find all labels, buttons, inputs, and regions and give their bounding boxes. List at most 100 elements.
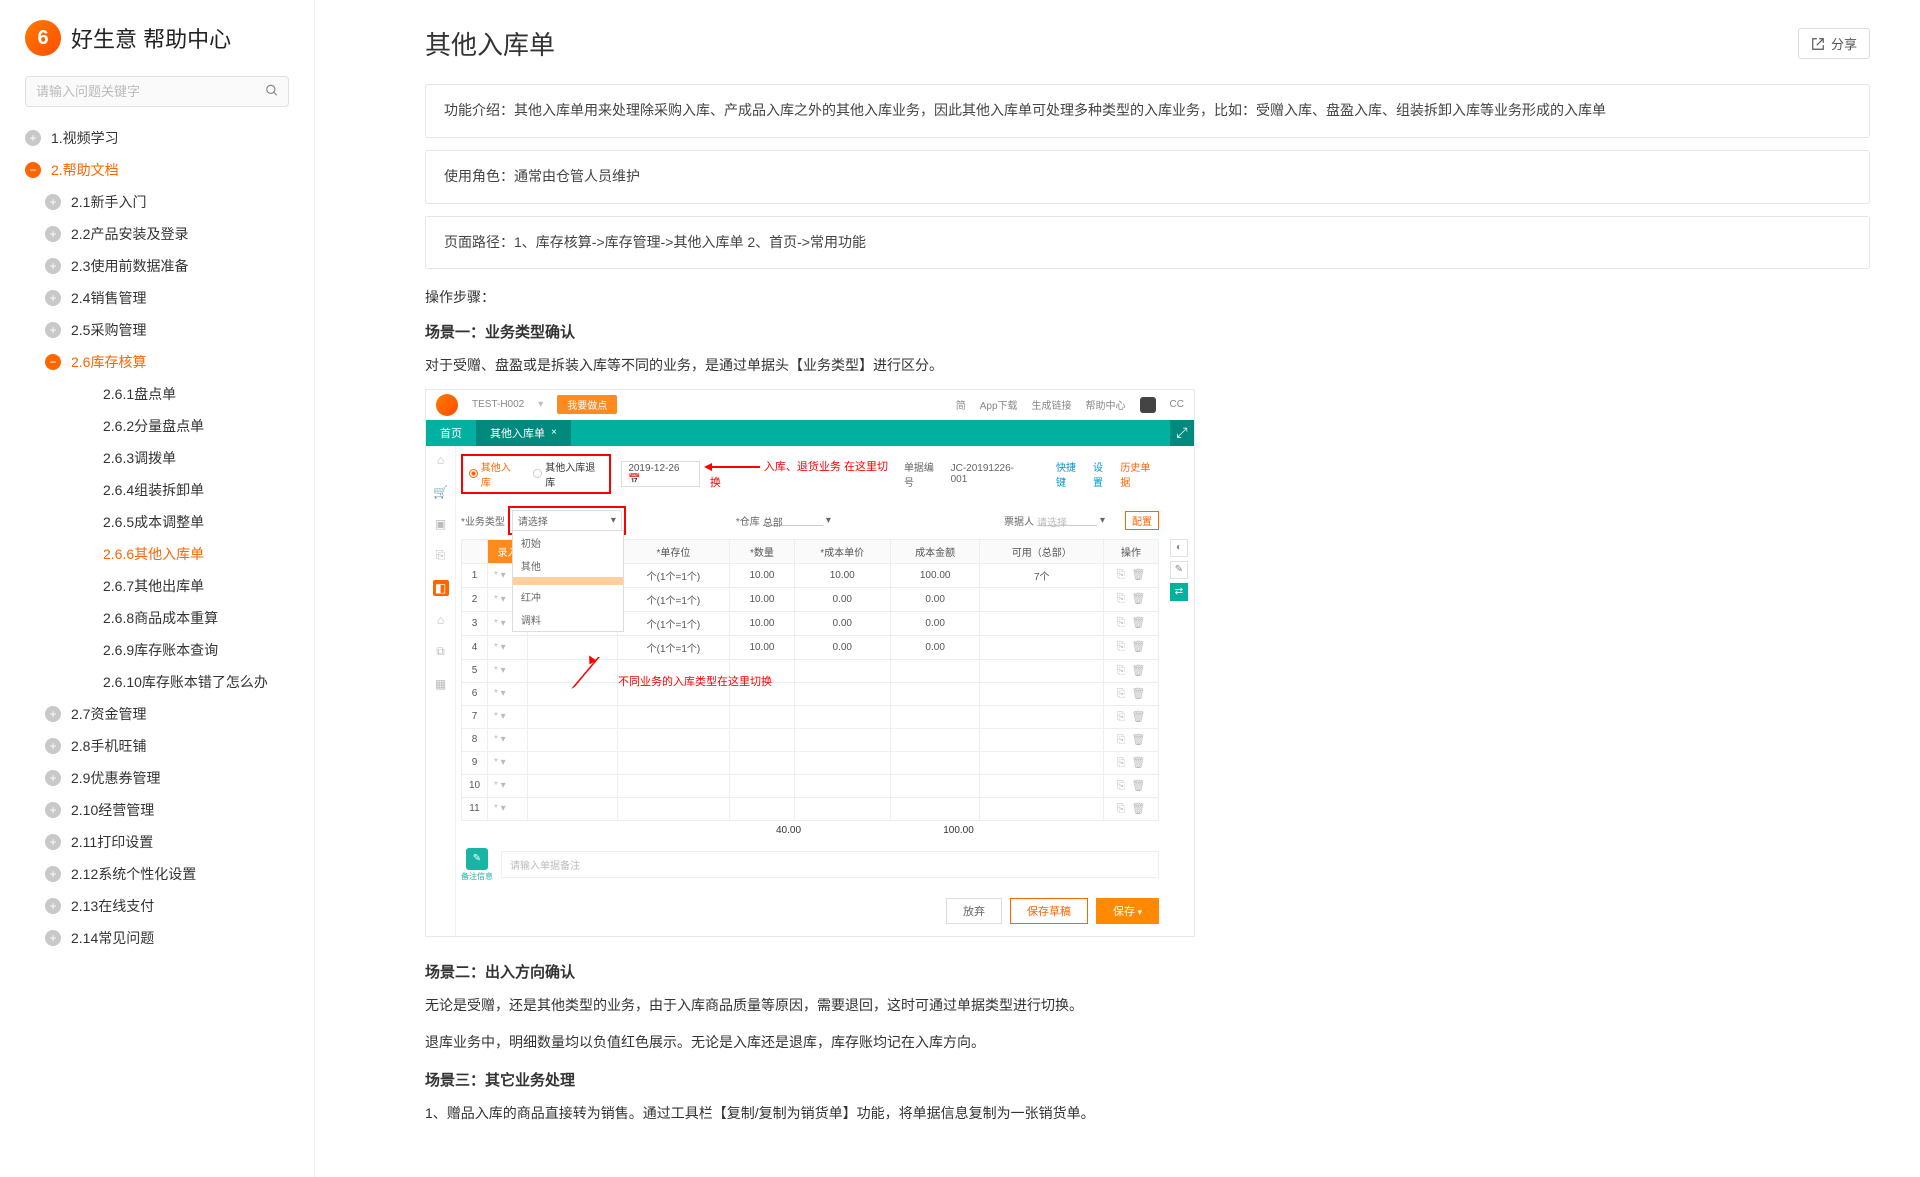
- ss-link-history[interactable]: 历史单据: [1120, 459, 1159, 489]
- ss-r-icon-2[interactable]: ✎: [1170, 561, 1188, 579]
- ss-form-row: *业务类型 请选择▾ 初始 其他 红冲 调料 *仓库: [426, 502, 1194, 539]
- box-icon[interactable]: ▣: [433, 516, 449, 532]
- nav-item-2-9[interactable]: +2.9优惠券管理: [25, 762, 289, 794]
- nav-item-2-6-5[interactable]: 2.6.5成本调整单: [25, 506, 289, 538]
- row-delete-icon[interactable]: 🗑: [1131, 757, 1145, 769]
- ss-dd-i3[interactable]: [513, 577, 623, 585]
- nav-item-2-13[interactable]: +2.13在线支付: [25, 890, 289, 922]
- role-label: 使用角色：: [444, 168, 514, 184]
- nav-item-2-6-4[interactable]: 2.6.4组装拆卸单: [25, 474, 289, 506]
- ss-date-field[interactable]: 2019-12-26 📅: [621, 461, 700, 487]
- row-copy-icon[interactable]: ⎘: [1117, 593, 1126, 605]
- ss-ticket-val[interactable]: 请选择: [1037, 514, 1097, 526]
- nav-item-2-4[interactable]: +2.4销售管理: [25, 282, 289, 314]
- ss-r-icon-1[interactable]: ◐: [1170, 539, 1188, 557]
- nav-item-2-6-1[interactable]: 2.6.1盘点单: [25, 378, 289, 410]
- ss-top-jian[interactable]: 简: [956, 397, 966, 412]
- info-role: 使用角色：通常由仓管人员维护: [425, 150, 1870, 204]
- nav-item-2-7[interactable]: +2.7资金管理: [25, 698, 289, 730]
- info-intro: 功能介绍：其他入库单用来处理除采购入库、产成品入库之外的其他入库业务，因此其他入…: [425, 84, 1870, 138]
- row-copy-icon[interactable]: ⎘: [1117, 641, 1126, 653]
- row-delete-icon[interactable]: 🗑: [1131, 803, 1145, 815]
- row-copy-icon[interactable]: ⎘: [1117, 803, 1126, 815]
- nav-item-2-6-8[interactable]: 2.6.8商品成本重算: [25, 602, 289, 634]
- ss-top-gen[interactable]: 生成链接: [1032, 397, 1072, 412]
- row-copy-icon[interactable]: ⎘: [1117, 711, 1126, 723]
- ss-draft-button[interactable]: 保存草稿: [1010, 898, 1088, 924]
- note-icon[interactable]: ✎: [466, 848, 488, 870]
- row-delete-icon[interactable]: 🗑: [1131, 688, 1145, 700]
- plus-icon: +: [45, 898, 61, 914]
- ss-tab-expand[interactable]: ⤢: [1170, 420, 1194, 446]
- page-title: 其他入库单: [425, 25, 555, 62]
- ss-radio-return[interactable]: 其他入库退库: [533, 459, 603, 489]
- row-delete-icon[interactable]: 🗑: [1131, 569, 1145, 581]
- ss-top-app[interactable]: App下载: [980, 397, 1018, 412]
- search-input[interactable]: [25, 76, 289, 107]
- ss-link-set[interactable]: 设置: [1093, 459, 1112, 489]
- avatar-icon[interactable]: [1140, 397, 1156, 413]
- plus-icon: +: [45, 290, 61, 306]
- ss-wh-val[interactable]: 总部: [763, 514, 823, 526]
- share-button[interactable]: 分享: [1798, 28, 1870, 59]
- ss-note-input[interactable]: 请输入单据备注: [501, 851, 1159, 878]
- ss-tip-button[interactable]: 我要做点: [557, 395, 617, 414]
- nav-item-docs[interactable]: −2.帮助文档: [25, 154, 289, 186]
- nav-item-2-10[interactable]: +2.10经营管理: [25, 794, 289, 826]
- nav-item-2-14[interactable]: +2.14常见问题: [25, 922, 289, 954]
- ss-top-help[interactable]: 帮助中心: [1086, 397, 1126, 412]
- ss-dd-i1[interactable]: 初始: [513, 531, 623, 554]
- ss-link-quick[interactable]: 快捷键: [1056, 459, 1085, 489]
- nav-item-2-6-6[interactable]: 2.6.6其他入库单: [25, 538, 289, 570]
- row-copy-icon[interactable]: ⎘: [1117, 734, 1126, 746]
- row-copy-icon[interactable]: ⎘: [1117, 665, 1126, 677]
- ss-tab-current[interactable]: 其他入库单×: [476, 420, 571, 446]
- ss-note-row: ✎ 备注信息 请输入单据备注: [426, 840, 1194, 890]
- row-delete-icon[interactable]: 🗑: [1131, 734, 1145, 746]
- nav-item-2-6-3[interactable]: 2.6.3调拨单: [25, 442, 289, 474]
- row-delete-icon[interactable]: 🗑: [1131, 711, 1145, 723]
- nav-item-2-11[interactable]: +2.11打印设置: [25, 826, 289, 858]
- scene1-title: 场景一：业务类型确认: [425, 321, 1870, 342]
- ss-config-button[interactable]: 配置: [1125, 511, 1159, 530]
- ss-dd-i5[interactable]: 调料: [513, 608, 623, 631]
- nav-item-2-1[interactable]: +2.1新手入门: [25, 186, 289, 218]
- ss-radio-in[interactable]: 其他入库: [469, 459, 519, 489]
- nav-item-video[interactable]: +1.视频学习: [25, 122, 289, 154]
- ss-annotation-2: 不同业务的入库类型在这里切换: [571, 659, 772, 689]
- ss-dd-i2[interactable]: 其他: [513, 554, 623, 577]
- row-delete-icon[interactable]: 🗑: [1131, 641, 1145, 653]
- ss-cancel-button[interactable]: 放弃: [946, 898, 1002, 924]
- row-copy-icon[interactable]: ⎘: [1117, 569, 1126, 581]
- row-delete-icon[interactable]: 🗑: [1131, 665, 1145, 677]
- search-icon[interactable]: [265, 83, 279, 100]
- close-icon[interactable]: ×: [551, 427, 557, 438]
- nav-item-2-6-9[interactable]: 2.6.9库存账本查询: [25, 634, 289, 666]
- ss-save-button[interactable]: 保存: [1096, 898, 1159, 924]
- nav-item-2-6-10[interactable]: 2.6.10库存账本错了怎么办: [25, 666, 289, 698]
- plus-icon: +: [45, 258, 61, 274]
- row-copy-icon[interactable]: ⎘: [1117, 617, 1126, 629]
- nav-item-2-12[interactable]: +2.12系统个性化设置: [25, 858, 289, 890]
- nav-item-2-3[interactable]: +2.3使用前数据准备: [25, 250, 289, 282]
- ss-topbar: TEST-H002 ▾ 我要做点 简 App下载 生成链接 帮助中心 CC: [426, 390, 1194, 420]
- ss-r-icon-3[interactable]: ⇄: [1170, 583, 1188, 601]
- ss-logo-icon: [436, 394, 458, 416]
- nav-item-2-6[interactable]: −2.6库存核算: [25, 346, 289, 378]
- row-delete-icon[interactable]: 🗑: [1131, 617, 1145, 629]
- nav-item-2-6-7[interactable]: 2.6.7其他出库单: [25, 570, 289, 602]
- nav-item-2-2[interactable]: +2.2产品安装及登录: [25, 218, 289, 250]
- ss-tab-home[interactable]: 首页: [426, 420, 476, 446]
- nav-item-2-5[interactable]: +2.5采购管理: [25, 314, 289, 346]
- ss-biz-select[interactable]: 请选择▾: [512, 510, 622, 531]
- ss-dd-i4[interactable]: 红冲: [513, 585, 623, 608]
- row-delete-icon[interactable]: 🗑: [1131, 593, 1145, 605]
- row-delete-icon[interactable]: 🗑: [1131, 780, 1145, 792]
- row-copy-icon[interactable]: ⎘: [1117, 688, 1126, 700]
- row-copy-icon[interactable]: ⎘: [1117, 757, 1126, 769]
- row-copy-icon[interactable]: ⎘: [1117, 780, 1126, 792]
- search-wrap: [25, 76, 289, 107]
- brand: 6 好生意 帮助中心: [25, 20, 289, 56]
- nav-item-2-8[interactable]: +2.8手机旺铺: [25, 730, 289, 762]
- nav-item-2-6-2[interactable]: 2.6.2分量盘点单: [25, 410, 289, 442]
